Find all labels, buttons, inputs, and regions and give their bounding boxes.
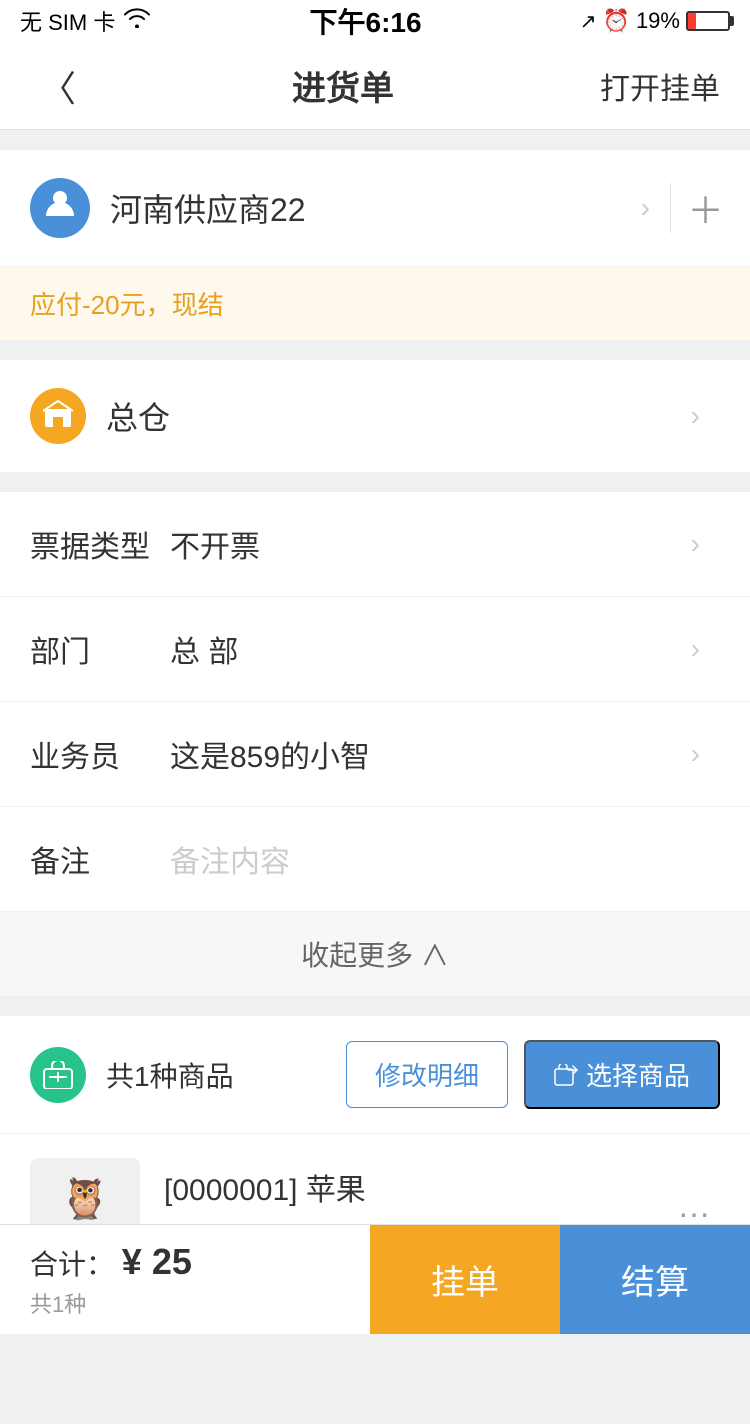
dept-label: 部门	[30, 627, 150, 671]
sales-value: 这是859的小智	[170, 732, 691, 776]
bottom-bar: 合计： ¥ 25 共1种 挂单 结算	[0, 1224, 750, 1334]
battery-percent: 19%	[636, 8, 680, 34]
status-right: ↗ ⏰ 19%	[580, 8, 730, 34]
gap-1	[0, 130, 750, 150]
supplier-row[interactable]: 河南供应商22 › ＋	[0, 150, 750, 267]
total-amount: ¥ 25	[122, 1241, 192, 1282]
invoice-value: 不开票	[170, 522, 691, 566]
warehouse-section: 总仓 ›	[0, 360, 750, 472]
total-sub: 共1种	[30, 1287, 340, 1319]
total-label: 合计：	[30, 1249, 114, 1280]
status-left: 无 SIM 卡	[20, 5, 151, 37]
sales-label: 业务员	[30, 732, 150, 776]
open-hang-button[interactable]: 打开挂单	[600, 64, 720, 108]
person-icon	[44, 188, 76, 228]
wifi-icon	[123, 8, 151, 34]
warehouse-row[interactable]: 总仓 ›	[0, 360, 750, 472]
gap-4	[0, 996, 750, 1016]
warehouse-chevron-icon: ›	[691, 400, 700, 432]
carrier-label: 无 SIM 卡	[20, 5, 115, 37]
supplier-section: 河南供应商22 › ＋ 应付-20元，现结	[0, 150, 750, 340]
status-bar: 无 SIM 卡 下午6:16 ↗ ⏰ 19%	[0, 0, 750, 42]
supplier-chevron-icon: ›	[641, 192, 650, 224]
checkout-button[interactable]: 结算	[560, 1225, 750, 1334]
product-title: 苹果	[306, 1174, 366, 1207]
sales-chevron-icon: ›	[691, 738, 700, 770]
invoice-label: 票据类型	[30, 522, 150, 566]
remark-input[interactable]: 备注内容	[170, 837, 720, 881]
select-product-button[interactable]: 选择商品	[524, 1040, 720, 1109]
product-name: [0000001] 苹果	[164, 1165, 668, 1209]
alarm-icon: ⏰	[603, 8, 630, 34]
total-row: 合计： ¥ 25	[30, 1241, 340, 1283]
page-title: 进货单	[292, 61, 394, 110]
invoice-row[interactable]: 票据类型 不开票 ›	[0, 492, 750, 597]
gap-2	[0, 340, 750, 360]
sales-row[interactable]: 业务员 这是859的小智 ›	[0, 702, 750, 807]
product-header: 共1种商品 修改明细 选择商品	[0, 1016, 750, 1134]
product-count-label: 共1种商品	[106, 1055, 346, 1095]
back-button[interactable]: 〈	[30, 50, 86, 122]
invoice-chevron-icon: ›	[691, 528, 700, 560]
dept-chevron-icon: ›	[691, 633, 700, 665]
supplier-notice: 应付-20元，现结	[0, 267, 750, 340]
location-icon: ↗	[580, 9, 597, 34]
form-section: 票据类型 不开票 › 部门 总 部 › 业务员 这是859的小智 › 备注 备注…	[0, 492, 750, 912]
owl-icon: 🦉	[60, 1175, 110, 1222]
collapse-bar[interactable]: 收起更多 ∧	[0, 912, 750, 996]
warehouse-name: 总仓	[106, 393, 691, 439]
warehouse-icon-wrap	[30, 388, 86, 444]
battery-icon	[686, 11, 730, 31]
hang-button[interactable]: 挂单	[370, 1225, 560, 1334]
product-code: [0000001]	[164, 1174, 297, 1207]
remark-row[interactable]: 备注 备注内容	[0, 807, 750, 912]
status-time: 下午6:16	[310, 1, 422, 41]
dept-value: 总 部	[170, 627, 691, 671]
edit-detail-button[interactable]: 修改明细	[346, 1041, 508, 1108]
nav-bar: 〈 进货单 打开挂单	[0, 42, 750, 130]
supplier-avatar	[30, 178, 90, 238]
remark-label: 备注	[30, 837, 150, 881]
dept-row[interactable]: 部门 总 部 ›	[0, 597, 750, 702]
total-section: 合计： ¥ 25 共1种	[0, 1225, 370, 1334]
gap-3	[0, 472, 750, 492]
supplier-name: 河南供应商22	[110, 185, 641, 231]
warehouse-icon	[43, 399, 73, 434]
product-icon-wrap	[30, 1047, 86, 1103]
add-supplier-button[interactable]: ＋	[670, 183, 720, 233]
select-product-label: 选择商品	[586, 1056, 690, 1093]
